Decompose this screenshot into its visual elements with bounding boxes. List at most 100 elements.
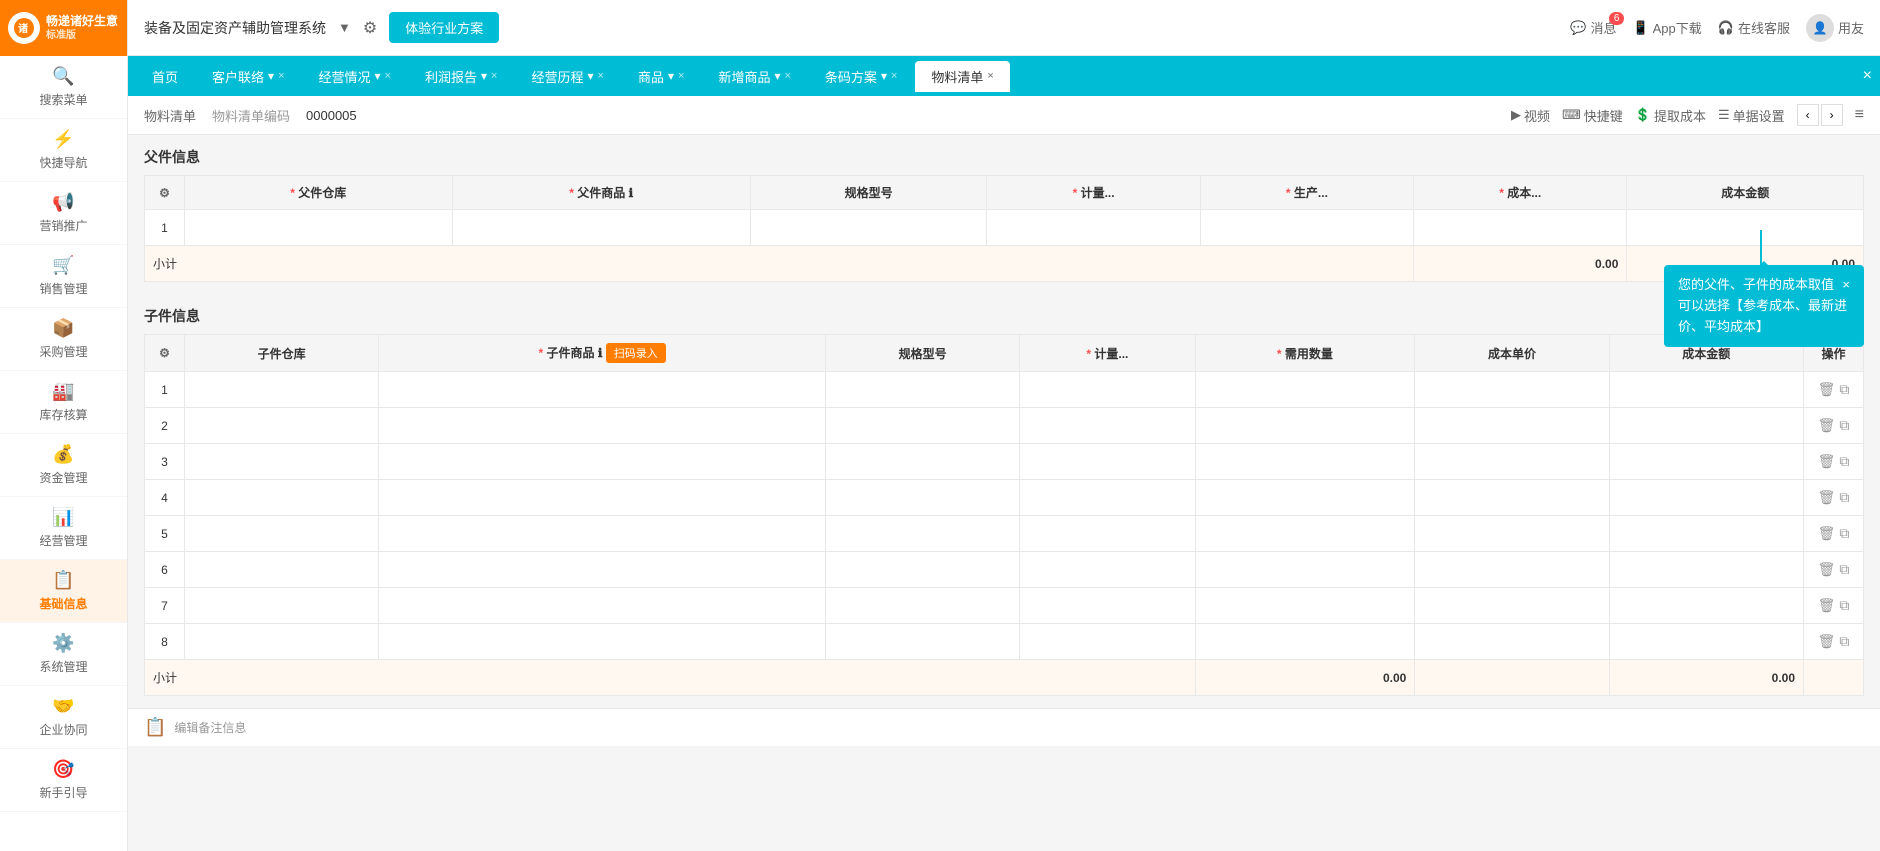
child-row-num-3: 3 xyxy=(145,444,185,480)
delete-icon-5[interactable]: 🗑 xyxy=(1818,525,1836,542)
sidebar-item-search[interactable]: 🔍 搜索菜单 xyxy=(0,56,127,119)
parent-cell-warehouse-1[interactable] xyxy=(185,210,453,246)
tab-barcode-dropdown[interactable]: ▾ xyxy=(881,69,887,83)
parent-cell-spec-1[interactable] xyxy=(750,210,987,246)
sidebar-item-enterprise[interactable]: 🤝 企业协同 xyxy=(0,686,127,749)
tab-barcode-close[interactable]: × xyxy=(891,70,897,82)
copy-icon-8[interactable]: ⧉ xyxy=(1839,633,1849,650)
child-cell-unit-1[interactable] xyxy=(1020,372,1195,408)
tab-new-goods-close[interactable]: × xyxy=(784,70,790,82)
copy-icon-2[interactable]: ⧉ xyxy=(1839,417,1849,434)
child-cell-spec-1[interactable] xyxy=(825,372,1019,408)
tab-op-history-dropdown[interactable]: ▾ xyxy=(587,69,593,83)
tab-customer-close[interactable]: × xyxy=(278,70,284,82)
tab-operation-status[interactable]: 经营情况 ▾ × xyxy=(303,61,407,92)
sidebar-item-quick-nav[interactable]: ⚡ 快捷导航 xyxy=(0,119,127,182)
child-cell-actions-7: 🗑 ⧉ xyxy=(1804,588,1864,624)
child-cell-cost-amount-1[interactable] xyxy=(1609,372,1803,408)
tab-profit-close[interactable]: × xyxy=(491,70,497,82)
content-inner: 父件信息 ⚙ * 父件仓库 * 父件商品 ℹ 规格型号 * 计量... * 生产… xyxy=(128,135,1880,851)
parent-cell-goods-1[interactable] xyxy=(452,210,750,246)
shortcut-action[interactable]: ⌨ 快捷键 xyxy=(1562,106,1623,125)
tab-goods-dropdown[interactable]: ▾ xyxy=(668,69,674,83)
parent-cell-cost-amount-1[interactable] xyxy=(1627,210,1864,246)
tab-new-goods[interactable]: 新增商品 ▾ × xyxy=(702,61,806,92)
tooltip-close-button[interactable]: × xyxy=(1842,275,1850,296)
tab-op-status-dropdown[interactable]: ▾ xyxy=(375,69,381,83)
copy-icon-1[interactable]: ⧉ xyxy=(1839,381,1849,398)
online-service-item[interactable]: 🎧 在线客服 xyxy=(1718,18,1790,37)
tab-op-history[interactable]: 经营历程 ▾ × xyxy=(515,61,619,92)
parent-cell-unit-1[interactable] xyxy=(987,210,1200,246)
child-cell-goods-1[interactable] xyxy=(379,372,826,408)
tab-op-history-close[interactable]: × xyxy=(598,70,604,82)
sidebar-item-finance[interactable]: 💰 资金管理 xyxy=(0,434,127,497)
nav-prev[interactable]: ‹ xyxy=(1797,104,1819,126)
bottom-icon: 📋 xyxy=(144,717,166,738)
child-settings-icon[interactable]: ⚙ xyxy=(159,346,170,360)
code-value: 0000005 xyxy=(306,108,357,123)
tab-barcode[interactable]: 条码方案 ▾ × xyxy=(809,61,913,92)
tab-bom[interactable]: 物料清单 × xyxy=(915,61,1009,92)
scan-button[interactable]: 扫码录入 xyxy=(606,343,666,363)
sidebar-item-marketing[interactable]: 📢 营销推广 xyxy=(0,182,127,245)
delete-icon-7[interactable]: 🗑 xyxy=(1818,597,1836,614)
tab-customer-dropdown[interactable]: ▾ xyxy=(268,69,274,83)
copy-icon-3[interactable]: ⧉ xyxy=(1839,453,1849,470)
child-cell-unit-cost-1[interactable] xyxy=(1415,372,1609,408)
service-icon: 🎧 xyxy=(1718,20,1734,36)
child-cell-warehouse-1[interactable] xyxy=(185,372,379,408)
tab-goods-close[interactable]: × xyxy=(678,70,684,82)
delete-icon-1[interactable]: 🗑 xyxy=(1818,381,1836,398)
child-row-num-5: 5 xyxy=(145,516,185,552)
sidebar-item-operation[interactable]: 📊 经营管理 xyxy=(0,497,127,560)
grid-view-icon[interactable]: ≡ xyxy=(1855,106,1864,124)
parent-cell-production-1[interactable] xyxy=(1200,210,1413,246)
child-row-7: 7 🗑 ⧉ xyxy=(145,588,1864,624)
app-download-item[interactable]: 📱 App下载 xyxy=(1632,18,1701,37)
tab-bar-close[interactable]: × xyxy=(1863,67,1872,85)
sidebar-item-purchase[interactable]: 📦 采购管理 xyxy=(0,308,127,371)
tab-profit-dropdown[interactable]: ▾ xyxy=(481,69,487,83)
tab-op-status-close[interactable]: × xyxy=(385,70,391,82)
child-row-num-6: 6 xyxy=(145,552,185,588)
system-dropdown[interactable]: ▼ xyxy=(338,20,351,35)
delete-icon-3[interactable]: 🗑 xyxy=(1818,453,1836,470)
sidebar-item-inventory[interactable]: 🏭 库存核算 xyxy=(0,371,127,434)
parent-cell-cost-1[interactable] xyxy=(1414,210,1627,246)
delete-icon-8[interactable]: 🗑 xyxy=(1818,633,1836,650)
child-cell-actions-1: 🗑 ⧉ xyxy=(1804,372,1864,408)
bottom-text[interactable]: 编辑备注信息 xyxy=(174,719,246,736)
tab-bom-close[interactable]: × xyxy=(987,70,993,82)
delete-icon-2[interactable]: 🗑 xyxy=(1818,417,1836,434)
message-item[interactable]: 💬 消息 6 xyxy=(1570,18,1616,37)
sidebar-item-system[interactable]: ⚙️ 系统管理 xyxy=(0,623,127,686)
video-action[interactable]: ▶ 视频 xyxy=(1511,106,1550,125)
tab-profit-report[interactable]: 利润报告 ▾ × xyxy=(409,61,513,92)
child-cell-quantity-1[interactable] xyxy=(1195,372,1415,408)
copy-icon-7[interactable]: ⧉ xyxy=(1839,597,1849,614)
tab-home[interactable]: 首页 xyxy=(136,61,194,92)
sidebar-nav: 🔍 搜索菜单 ⚡ 快捷导航 📢 营销推广 🛒 销售管理 📦 采购管理 🏭 库存核… xyxy=(0,56,127,851)
sidebar-item-basic[interactable]: 📋 基础信息 xyxy=(0,560,127,623)
user-item[interactable]: 👤 用友 xyxy=(1806,14,1864,42)
trial-button[interactable]: 体验行业方案 xyxy=(389,12,499,43)
single-setting-action[interactable]: ☰ 单据设置 xyxy=(1718,106,1785,125)
nav-next[interactable]: › xyxy=(1821,104,1843,126)
settings-gear-icon[interactable]: ⚙ xyxy=(363,18,377,38)
tab-goods[interactable]: 商品 ▾ × xyxy=(622,61,700,92)
parent-settings-icon[interactable]: ⚙ xyxy=(159,186,170,200)
delete-icon-6[interactable]: 🗑 xyxy=(1818,561,1836,578)
copy-icon-4[interactable]: ⧉ xyxy=(1839,489,1849,506)
extract-cost-action[interactable]: 💲 提取成本 xyxy=(1635,106,1706,125)
delete-icon-4[interactable]: 🗑 xyxy=(1818,489,1836,506)
copy-icon-6[interactable]: ⧉ xyxy=(1839,561,1849,578)
tab-customer[interactable]: 客户联络 ▾ × xyxy=(196,61,300,92)
copy-icon-5[interactable]: ⧉ xyxy=(1839,525,1849,542)
header-right: 💬 消息 6 📱 App下载 🎧 在线客服 👤 用友 xyxy=(1570,14,1864,42)
tab-new-goods-dropdown[interactable]: ▾ xyxy=(774,69,780,83)
sidebar-item-sales[interactable]: 🛒 销售管理 xyxy=(0,245,127,308)
sidebar-item-guide[interactable]: 🎯 新手引导 xyxy=(0,749,127,812)
page-actions: ▶ 视频 ⌨ 快捷键 💲 提取成本 ☰ 单据设置 ‹ › xyxy=(1511,104,1864,126)
search-icon: 🔍 xyxy=(52,66,74,87)
